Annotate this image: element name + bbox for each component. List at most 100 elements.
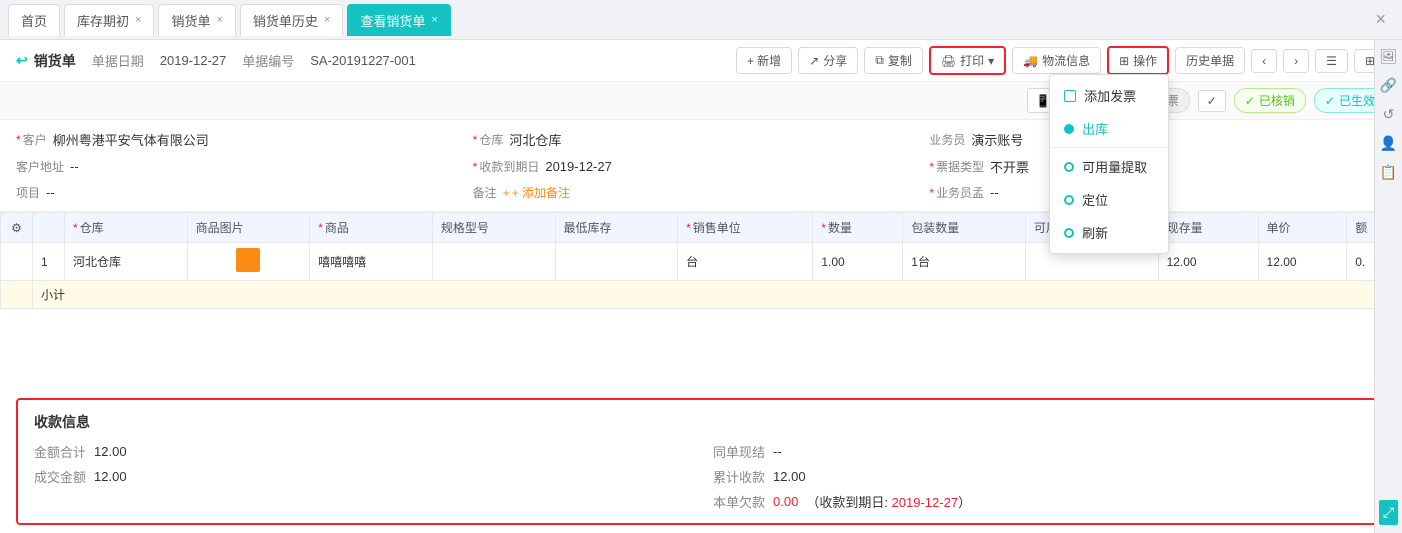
doc-meta: 单据日期 2019-12-27 单据编号 SA-20191227-001 (92, 51, 416, 70)
confirmed-badge[interactable]: ✓ 已核销 (1234, 88, 1306, 113)
customer-field: 客户 柳州粤港平安气体有限公司 (16, 130, 473, 149)
tab-bar: 首页 库存期初 × 销货单 × 销货单历史 × 查看销货单 × × (0, 0, 1402, 40)
share-icon: ↗ (809, 54, 819, 68)
print-button[interactable]: 🖨 打印 ▾ (929, 46, 1006, 75)
date-value: 2019-12-27 (160, 53, 227, 68)
due-note: （收款到期日: 2019-12-27） (806, 492, 971, 511)
remark-add-button[interactable]: + + 添加备注 (503, 184, 570, 201)
sidebar-list-icon[interactable]: 📋 (1380, 164, 1397, 181)
row-spec-cell (432, 243, 555, 281)
logistics-button[interactable]: 🚚 物流信息 (1012, 47, 1101, 74)
confirmed-icon: ✓ (1245, 94, 1255, 108)
warehouse-out-icon (1064, 124, 1074, 134)
row-num-cell: 1 (33, 243, 65, 281)
right-sidebar: 🖼 🔗 ↺ 👤 📋 ⤢ (1374, 40, 1402, 533)
sales-person-value: -- (990, 185, 999, 200)
view-list-button[interactable]: ☰ (1315, 49, 1348, 73)
total-row: 金额合计 12.00 (34, 442, 689, 461)
same-order-row: 同单现结 -- (713, 442, 1368, 461)
doc-title-text: 销货单 (34, 51, 76, 71)
warehouse-value: 河北仓库 (509, 130, 561, 149)
due-date-highlight: 2019-12-27 (892, 495, 959, 510)
project-label: 项目 (16, 184, 40, 201)
no-label: 单据编号 (242, 51, 294, 70)
sidebar-image-icon[interactable]: 🖼 (1380, 48, 1398, 65)
tab-home[interactable]: 首页 (8, 4, 60, 36)
nav-prev-button[interactable]: ‹ (1251, 49, 1277, 73)
due-value: 0.00 (773, 494, 798, 509)
close-history-tab[interactable]: × (324, 14, 330, 26)
due-date-label: 收款到期日 (473, 158, 540, 175)
col-settings[interactable]: ⚙ (1, 213, 33, 243)
sidebar-expand-icon[interactable]: ⤢ (1379, 500, 1398, 525)
total-label: 金额合计 (34, 442, 86, 461)
row-warehouse-cell: 河北仓库 (65, 243, 188, 281)
close-inventory-tab[interactable]: × (135, 14, 141, 26)
col-sales-unit: *销售单位 (678, 213, 813, 243)
confirm-icon: ✓ (1207, 94, 1217, 108)
copy-icon: ⧉ (875, 53, 884, 68)
col-row-num (33, 213, 65, 243)
transaction-row: 成交金额 12.00 (34, 467, 689, 486)
table-row: 1 河北仓库 嘻嘻嘻嘻 台 1.00 1台 12.00 12.00 0. (1, 243, 1402, 281)
due-date-value: 2019-12-27 (545, 159, 612, 174)
due-date-field: 收款到期日 2019-12-27 (473, 157, 930, 176)
cumulative-value: 12.00 (773, 469, 806, 484)
row-pack-qty-cell: 1台 (903, 243, 1026, 281)
doc-icon: ↩ (16, 52, 28, 69)
col-product-img: 商品图片 (187, 213, 310, 243)
sales-person-label: 业务员孟 (929, 184, 984, 201)
transaction-value: 12.00 (94, 469, 127, 484)
address-field: 客户地址 -- (16, 157, 473, 176)
sub-toolbar: 📱 来自手机 未开票 ✓ ✓ 已核销 ✓ 已生效 (0, 82, 1402, 120)
locate-icon (1064, 195, 1074, 205)
menu-item-add-invoice[interactable]: 添加发票 (1050, 79, 1168, 112)
print-dropdown-icon: ▾ (988, 54, 994, 68)
due-row: 本单欠款 0.00 （收款到期日: 2019-12-27） (713, 492, 1368, 511)
tab-history[interactable]: 销货单历史 × (240, 4, 343, 36)
ticket-type-value: 不开票 (990, 157, 1029, 176)
close-sales-tab[interactable]: × (216, 14, 222, 26)
share-button[interactable]: ↗ 分享 (798, 47, 858, 74)
operation-button[interactable]: ⊞ 操作 (1107, 46, 1169, 75)
doc-title: ↩ 销货单 (16, 51, 76, 71)
date-label: 单据日期 (92, 51, 144, 70)
tab-inventory[interactable]: 库存期初 × (64, 4, 154, 36)
print-icon: 🖨 (941, 54, 956, 68)
tab-sales[interactable]: 销货单 × (158, 4, 235, 36)
total-value: 12.00 (94, 444, 127, 459)
product-table: ⚙ *仓库 商品图片 *商品 规格型号 最低库存 *销售单位 *数量 包装数量 … (0, 212, 1402, 309)
nav-next-button[interactable]: › (1283, 49, 1309, 73)
project-value: -- (46, 185, 55, 200)
remark-label: 备注 (473, 184, 497, 201)
refresh-icon (1064, 228, 1074, 238)
employee-value: 演示账号 (971, 130, 1023, 149)
close-view-sales-tab[interactable]: × (431, 14, 437, 26)
sidebar-refresh-icon[interactable]: ↺ (1383, 106, 1395, 123)
menu-item-warehouse-out[interactable]: 出库 (1050, 112, 1168, 145)
row-qty-cell: 1.00 (813, 243, 903, 281)
menu-item-locate[interactable]: 定位 (1050, 183, 1168, 216)
col-product: *商品 (310, 213, 433, 243)
same-order-label: 同单现结 (713, 442, 765, 461)
subtotal-label-cell: 小计 (33, 281, 1402, 309)
sidebar-link-icon[interactable]: 🔗 (1380, 77, 1397, 94)
transaction-label: 成交金额 (34, 467, 86, 486)
menu-item-refresh[interactable]: 刷新 (1050, 216, 1168, 249)
menu-item-available-qty[interactable]: 可用量提取 (1050, 150, 1168, 183)
customer-label: 客户 (16, 131, 47, 148)
no-value: SA-20191227-001 (310, 53, 416, 68)
history-button[interactable]: 历史单据 (1175, 47, 1245, 74)
confirm-button[interactable]: ✓ (1198, 90, 1226, 112)
col-pack-qty: 包装数量 (903, 213, 1026, 243)
row-product-cell: 嘻嘻嘻嘻 (310, 243, 433, 281)
cumulative-label: 累计收款 (713, 467, 765, 486)
address-label: 客户地址 (16, 158, 64, 175)
truck-icon: 🚚 (1023, 54, 1038, 68)
new-button[interactable]: + 新增 (736, 47, 792, 74)
global-close-button[interactable]: × (1367, 9, 1394, 30)
copy-button[interactable]: ⧉ 复制 (864, 47, 923, 74)
sidebar-user-icon[interactable]: 👤 (1380, 135, 1397, 152)
customer-value: 柳州粤港平安气体有限公司 (53, 130, 209, 149)
tab-view-sales[interactable]: 查看销货单 × (347, 4, 450, 36)
